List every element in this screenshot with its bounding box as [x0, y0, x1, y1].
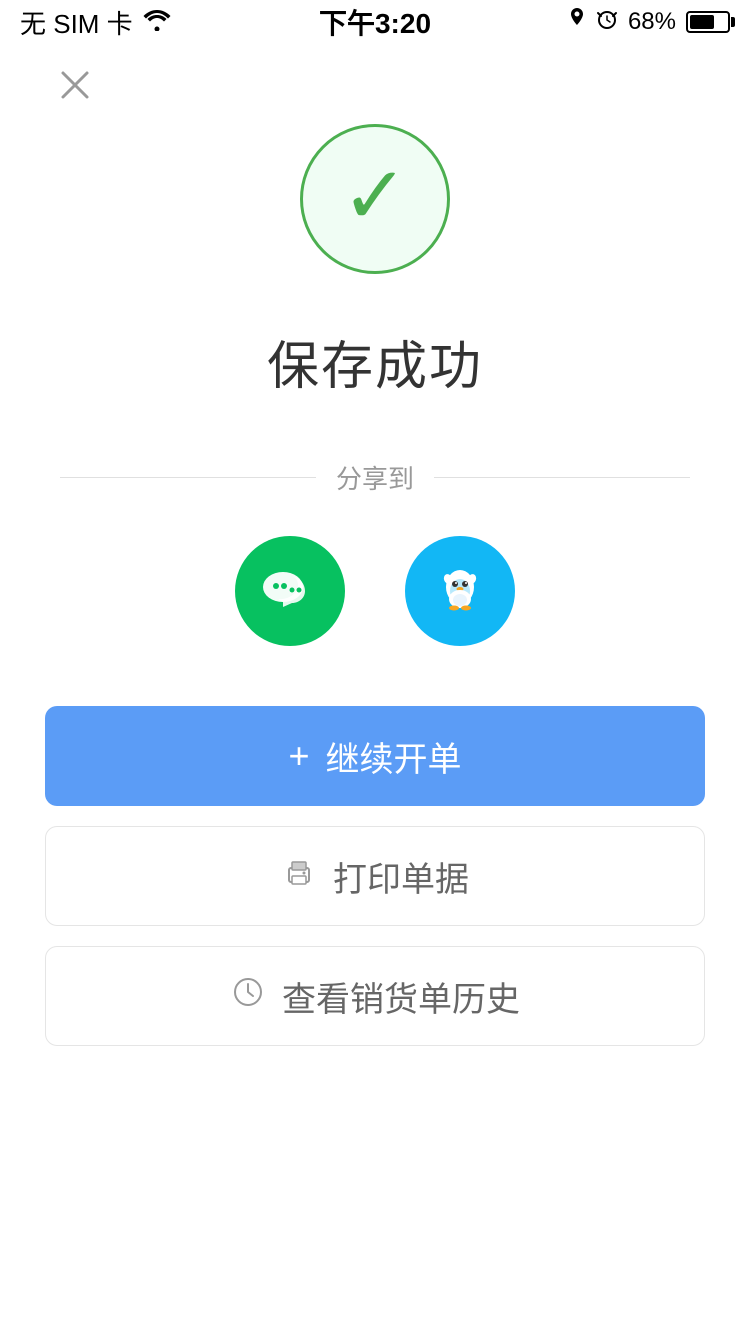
printer-icon: [281, 854, 317, 899]
battery-icon: [686, 11, 730, 33]
success-title: 保存成功: [267, 324, 483, 399]
share-icons-row: [235, 536, 515, 646]
main-content: ✓ 保存成功 分享到: [0, 44, 750, 1046]
no-sim-text: 无 SIM 卡: [20, 4, 133, 41]
status-time: 下午3:20: [319, 2, 431, 42]
print-label: 打印单据: [333, 852, 469, 901]
wechat-share-button[interactable]: [235, 536, 345, 646]
qq-share-button[interactable]: [405, 536, 515, 646]
share-line-left: [60, 477, 316, 478]
status-bar: 无 SIM 卡 下午3:20 68%: [0, 0, 750, 44]
wifi-icon: [143, 7, 171, 38]
share-divider: 分享到: [0, 459, 750, 496]
check-icon: ✓: [341, 156, 408, 236]
status-right: 68%: [568, 8, 730, 37]
success-circle: ✓: [300, 124, 450, 274]
share-line-right: [434, 477, 690, 478]
battery-percent: 68%: [628, 8, 676, 36]
location-icon: [568, 8, 586, 37]
history-button[interactable]: 查看销货单历史: [45, 946, 705, 1046]
action-buttons: + 继续开单 打印单据 查看销货单历史: [45, 706, 705, 1046]
plus-icon: +: [288, 735, 309, 777]
print-button[interactable]: 打印单据: [45, 826, 705, 926]
share-section: 分享到: [0, 459, 750, 646]
clock-icon: [230, 974, 266, 1019]
close-button[interactable]: [50, 60, 100, 110]
continue-label: 继续开单: [326, 732, 462, 781]
share-label: 分享到: [336, 459, 414, 496]
status-left: 无 SIM 卡: [20, 4, 171, 41]
continue-button[interactable]: + 继续开单: [45, 706, 705, 806]
alarm-icon: [596, 8, 618, 37]
history-label: 查看销货单历史: [282, 972, 520, 1021]
